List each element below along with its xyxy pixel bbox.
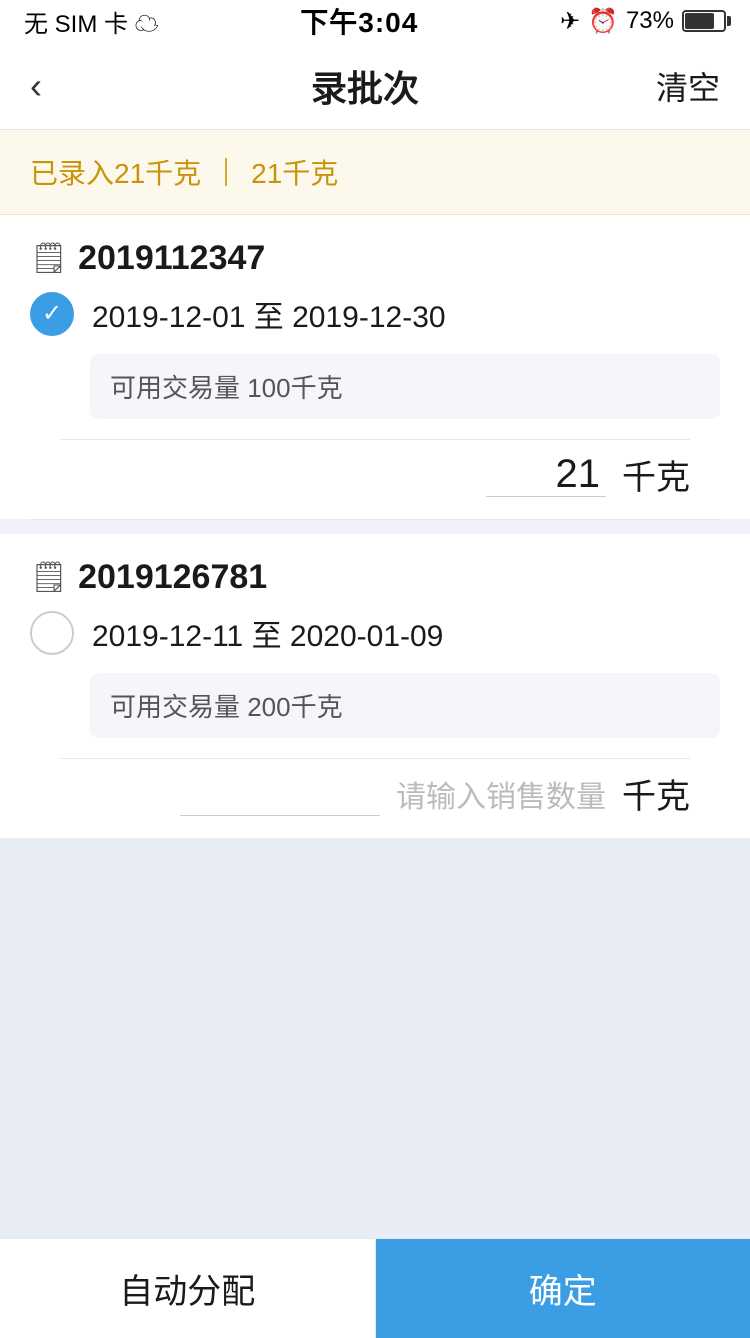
qty-unit-1: 千克: [622, 769, 690, 818]
summary-divider: [225, 158, 227, 186]
qty-placeholder-1: 请输入销售数量: [396, 772, 606, 816]
batch-id-0: 2019112347: [78, 239, 265, 278]
nav-bar: ‹ 录批次 清空: [0, 42, 750, 130]
batch-date-0: 2019-12-01 至 2019-12-30: [92, 292, 446, 336]
batch-date-1: 2019-12-11 至 2020-01-09: [92, 611, 443, 655]
alarm-icon: ⏰: [588, 7, 618, 36]
qty-value-0: 21: [556, 452, 601, 497]
status-right: ✈ ⏰ 73%: [560, 7, 726, 36]
batch-date-row-0: ✓ 2019-12-01 至 2019-12-30: [30, 292, 720, 336]
auto-distribute-button[interactable]: 自动分配: [0, 1239, 376, 1338]
battery-icon: [682, 10, 726, 32]
qty-placeholder-underline-1[interactable]: [180, 772, 380, 816]
batch-header-0: 🗒 2019112347: [30, 239, 720, 278]
qty-input-row-1: 请输入销售数量 千克: [30, 759, 720, 838]
batch-date-row-1: 2019-12-11 至 2020-01-09: [30, 611, 720, 655]
bottom-bar: 自动分配 确定: [0, 1238, 750, 1338]
battery-percent: 73%: [626, 7, 674, 35]
status-bar: 无 SIM 卡 ☁ 下午3:04 ✈ ⏰ 73%: [0, 0, 750, 42]
qty-unit-0: 千克: [622, 450, 690, 499]
section-divider: [0, 520, 750, 534]
batch-doc-icon-1: 🗒: [30, 560, 68, 595]
batch-item-1: 🗒 2019126781 2019-12-11 至 2020-01-09 可用交…: [0, 534, 750, 838]
qty-underline-0[interactable]: 21: [486, 453, 606, 497]
clear-button[interactable]: 清空: [640, 63, 720, 109]
check-icon-0: ✓: [42, 302, 62, 326]
confirm-button[interactable]: 确定: [376, 1239, 750, 1338]
batch-radio-1[interactable]: [30, 611, 74, 655]
available-qty-0: 可用交易量 100千克: [90, 354, 720, 419]
summary-recorded-label: 已录入21千克: [30, 152, 201, 192]
available-qty-1: 可用交易量 200千克: [90, 673, 720, 738]
batch-header-1: 🗒 2019126781: [30, 558, 720, 597]
location-icon: ✈: [560, 7, 580, 36]
sim-label: 无 SIM 卡 ☁: [24, 4, 159, 39]
status-time: 下午3:04: [300, 1, 418, 41]
back-button[interactable]: ‹: [30, 65, 90, 107]
batch-item-0: 🗒 2019112347 ✓ 2019-12-01 至 2019-12-30 可…: [0, 215, 750, 519]
summary-banner: 已录入21千克 21千克: [0, 130, 750, 215]
status-left: 无 SIM 卡 ☁: [24, 4, 159, 39]
batch-radio-0[interactable]: ✓: [30, 292, 74, 336]
qty-input-row-0: 21 千克: [30, 440, 720, 519]
batch-id-1: 2019126781: [78, 558, 267, 597]
summary-value: 21千克: [251, 152, 338, 192]
batch-doc-icon-0: 🗒: [30, 241, 68, 276]
page-title: 录批次: [311, 60, 419, 112]
empty-area: [0, 838, 750, 1238]
